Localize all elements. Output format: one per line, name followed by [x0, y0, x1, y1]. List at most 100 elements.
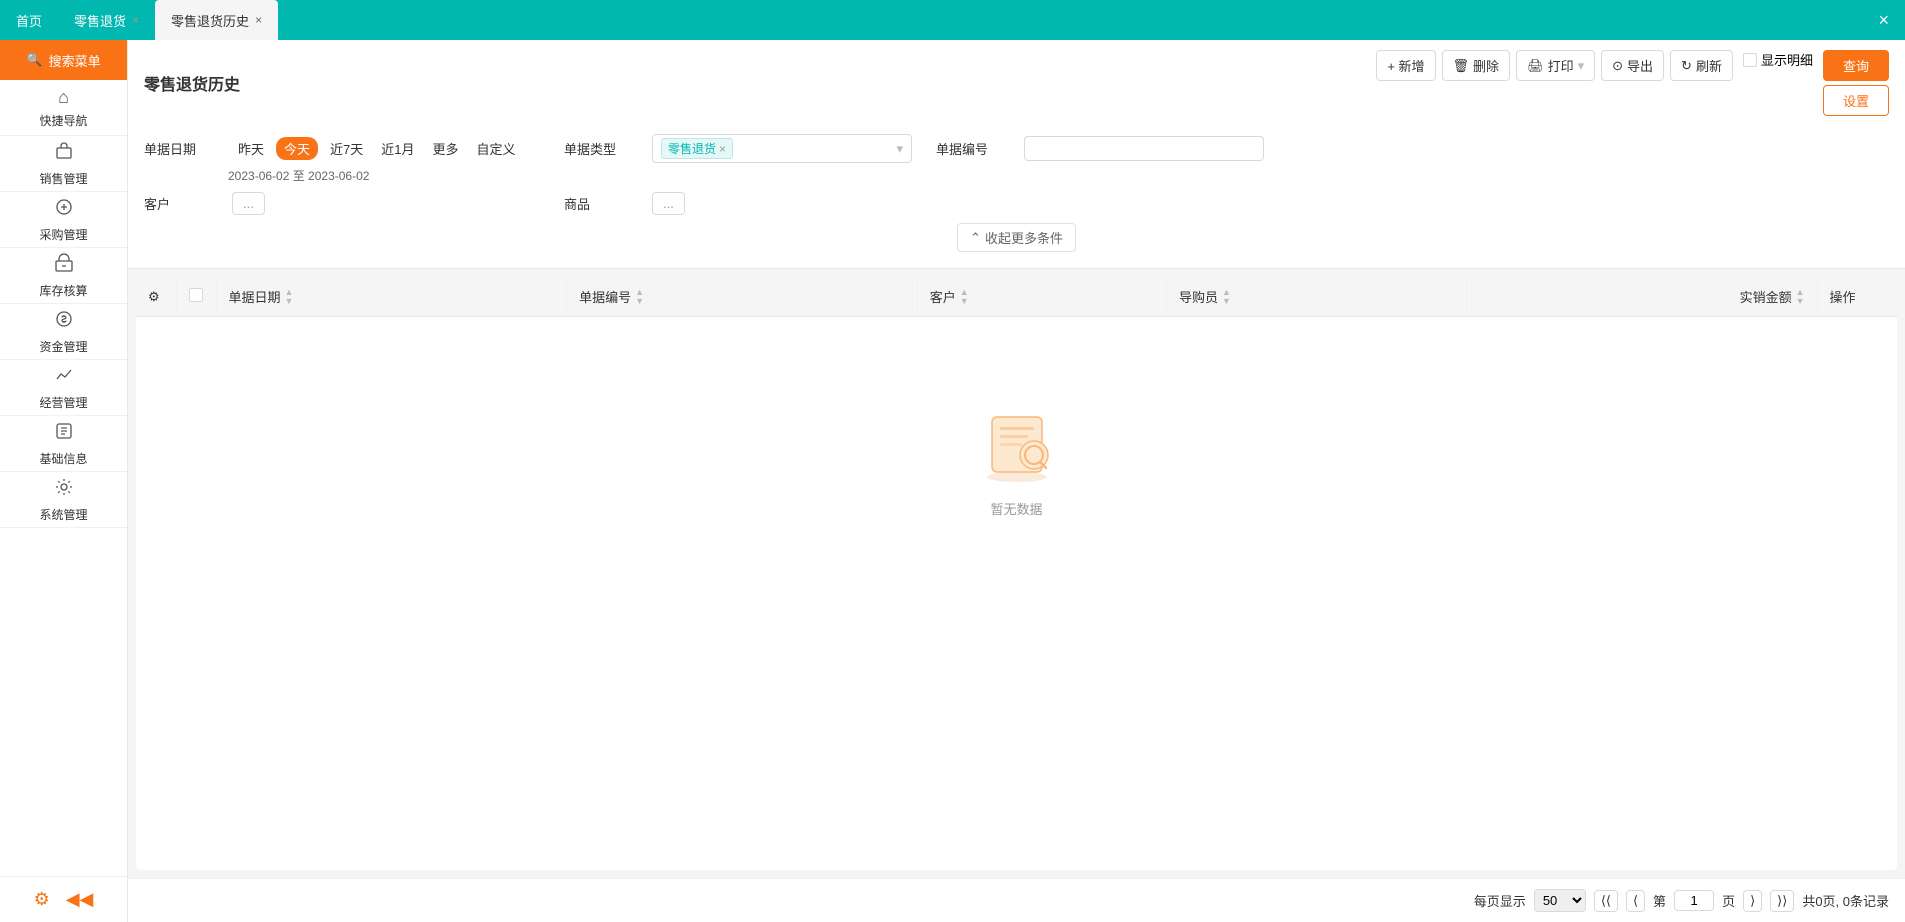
per-page-label: 每页显示 [1474, 891, 1526, 910]
show-detail-checkbox-group: 显示明细 [1743, 50, 1813, 69]
sort-number-icon: ▲▼ [635, 288, 644, 306]
sidebar-search[interactable]: 🔍 搜索菜单 [0, 40, 127, 80]
per-page-select[interactable]: 50 10 20 100 [1534, 889, 1586, 912]
date-opt-today[interactable]: 今天 [276, 137, 318, 160]
setting-button[interactable]: 设置 [1823, 85, 1889, 116]
sidebar-item-purchase[interactable]: 采购管理 [0, 192, 127, 248]
header-actions: + 新增 🗑 删除 🖨 打印 ▾ ⊙ 导出 [1376, 50, 1889, 116]
date-opt-7days[interactable]: 近7天 [324, 137, 369, 160]
volume-footer-icon[interactable]: ◀◀ [66, 889, 94, 910]
sales-icon [54, 141, 74, 166]
number-filter-label: 单据编号 [936, 139, 1016, 158]
filter-area: 单据日期 昨天 今天 近7天 近1月 更多 自定义 单据类型 [144, 126, 1889, 268]
date-opt-yesterday[interactable]: 昨天 [232, 137, 270, 160]
tab-retail-return-close[interactable]: × [132, 13, 139, 27]
sort-customer[interactable]: 客户 ▲▼ [930, 287, 1154, 306]
filter-number-col: 单据编号 [936, 136, 1264, 161]
collapse-chevron-icon: ⌃ [970, 230, 981, 246]
filter-goods-col: 商品 ... [564, 192, 685, 215]
finance-icon [54, 309, 74, 334]
purchase-icon [54, 197, 74, 222]
query-button[interactable]: 查询 [1823, 50, 1889, 81]
page-header-row: 零售退货历史 + 新增 🗑 删除 🖨 打印 ▾ [144, 50, 1889, 116]
settings-footer-icon[interactable]: ⚙ [34, 889, 50, 910]
tab-retail-return-history[interactable]: 零售退货历史 × [155, 0, 278, 40]
type-select[interactable]: 零售退货 × ▾ [652, 134, 912, 163]
basic-info-icon [54, 421, 74, 446]
main-layout: 🔍 搜索菜单 ⌂ 快捷导航 销售管理 采购管理 库存核算 [0, 40, 1905, 922]
empty-icon [972, 397, 1062, 487]
empty-state-row: 暂无数据 [136, 317, 1897, 599]
page-next-btn[interactable]: ⟩ [1743, 890, 1762, 912]
sort-amount-icon: ▲▼ [1796, 288, 1805, 306]
date-opt-1month[interactable]: 近1月 [375, 137, 420, 160]
refresh-button[interactable]: ↻ 刷新 [1670, 50, 1733, 81]
print-button[interactable]: 🖨 打印 ▾ [1516, 50, 1595, 81]
filter-customer-col: 客户 ... [144, 192, 564, 215]
pagination: 每页显示 50 10 20 100 ⟨⟨ ⟨ 第 页 ⟩ ⟩⟩ 共0页, 0条记… [128, 878, 1905, 922]
goods-filter-btn[interactable]: ... [652, 192, 685, 215]
select-all-checkbox[interactable] [189, 288, 203, 302]
number-filter-input[interactable] [1024, 136, 1264, 161]
sidebar-item-inventory[interactable]: 库存核算 [0, 248, 127, 304]
type-tag[interactable]: 零售退货 × [661, 138, 733, 159]
page-header: 零售退货历史 + 新增 🗑 删除 🖨 打印 ▾ [128, 40, 1905, 269]
page-last-btn[interactable]: ⟩⟩ [1770, 890, 1794, 912]
col-action: 操作 [1817, 277, 1897, 317]
export-button[interactable]: ⊙ 导出 [1601, 50, 1664, 81]
filter-row-2: 客户 ... 商品 ... [144, 192, 1889, 215]
show-detail-checkbox[interactable] [1743, 53, 1757, 67]
new-button[interactable]: + 新增 [1376, 50, 1435, 81]
page-input[interactable] [1674, 890, 1714, 911]
date-opt-custom[interactable]: 自定义 [471, 137, 522, 160]
sort-date-icon: ▲▼ [285, 288, 294, 306]
sidebar-item-sales[interactable]: 销售管理 [0, 136, 127, 192]
inventory-icon [54, 253, 74, 278]
date-range-display: 2023-06-02 至 2023-06-02 [228, 167, 369, 184]
export-icon: ⊙ [1612, 58, 1623, 74]
operations-icon [54, 365, 74, 390]
page-first-btn[interactable]: ⟨⟨ [1594, 890, 1618, 912]
settings-icon[interactable]: ⚙ [148, 289, 160, 304]
type-filter-label: 单据类型 [564, 139, 644, 158]
customer-filter-label: 客户 [144, 194, 224, 213]
delete-button[interactable]: 🗑 删除 [1442, 50, 1511, 81]
sort-guide-icon: ▲▼ [1222, 288, 1231, 306]
sort-number[interactable]: 单据编号 ▲▼ [579, 287, 905, 306]
sidebar-item-operations[interactable]: 经营管理 [0, 360, 127, 416]
sidebar-item-finance[interactable]: 资金管理 [0, 304, 127, 360]
page-title: 零售退货历史 [144, 71, 240, 95]
col-checkbox [176, 277, 216, 317]
system-icon [54, 477, 74, 502]
refresh-icon: ↻ [1681, 58, 1692, 74]
content-area: 零售退货历史 + 新增 🗑 删除 🖨 打印 ▾ [128, 40, 1905, 922]
sort-guide[interactable]: 导购员 ▲▼ [1179, 287, 1454, 306]
sidebar: 🔍 搜索菜单 ⌂ 快捷导航 销售管理 采购管理 库存核算 [0, 40, 128, 922]
data-table: ⚙ 单据日期 ▲▼ 单据编号 [136, 277, 1897, 598]
sort-amount[interactable]: 实销金额 ▲▼ [1479, 287, 1805, 306]
print-icon: 🖨 [1527, 58, 1544, 74]
sidebar-item-basic-info[interactable]: 基础信息 [0, 416, 127, 472]
page-suffix: 页 [1722, 891, 1735, 910]
date-options: 昨天 今天 近7天 近1月 更多 自定义 [232, 137, 522, 160]
sidebar-item-quick-nav[interactable]: ⌂ 快捷导航 [0, 80, 127, 136]
total-info: 共0页, 0条记录 [1802, 891, 1889, 910]
window-close-button[interactable]: × [1862, 10, 1905, 31]
top-bar: 首页 零售退货 × 零售退货历史 × × [0, 0, 1905, 40]
sidebar-item-system[interactable]: 系统管理 [0, 472, 127, 528]
search-icon: 🔍 [26, 52, 42, 68]
empty-text: 暂无数据 [990, 499, 1042, 518]
empty-state: 暂无数据 [136, 317, 1897, 598]
tab-retail-return-history-close[interactable]: × [255, 13, 262, 27]
date-opt-more[interactable]: 更多 [427, 137, 465, 160]
col-customer: 客户 ▲▼ [917, 277, 1166, 317]
tab-retail-return[interactable]: 零售退货 × [58, 0, 155, 40]
sort-customer-icon: ▲▼ [960, 288, 969, 306]
type-tag-remove[interactable]: × [719, 142, 726, 156]
collapse-filter-btn[interactable]: ⌃ 收起更多条件 [957, 223, 1076, 252]
customer-filter-btn[interactable]: ... [232, 192, 265, 215]
col-guide: 导购员 ▲▼ [1166, 277, 1466, 317]
sort-date[interactable]: 单据日期 ▲▼ [229, 287, 555, 306]
page-prev-btn[interactable]: ⟨ [1626, 890, 1645, 912]
tab-home[interactable]: 首页 [0, 0, 58, 40]
